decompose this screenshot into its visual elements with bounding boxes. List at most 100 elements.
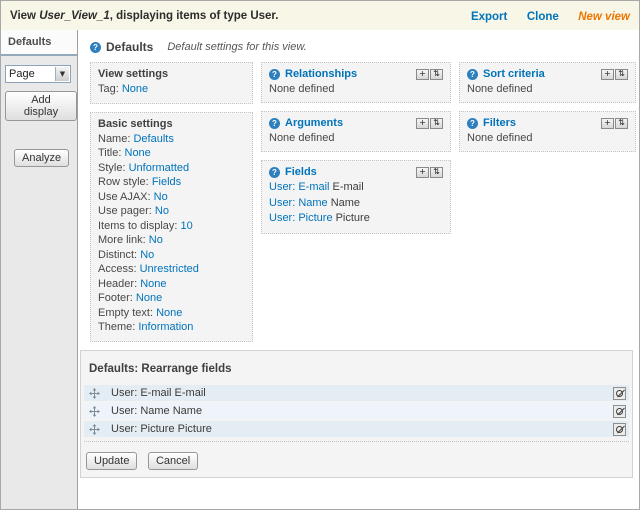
help-icon[interactable]: ? (90, 41, 101, 53)
display-type-select[interactable]: Page ▼ (5, 65, 71, 83)
filters-box: ? Filters + ⇅ None defined (459, 111, 636, 152)
setting-label: Name: (98, 132, 131, 145)
view-header-bar: View User_View_1, displaying items of ty… (1, 1, 639, 30)
setting-label: Theme: (98, 321, 136, 333)
field-link[interactable]: User: E-mail (269, 181, 330, 193)
setting-title: Title: None (98, 146, 245, 161)
setting-value-link[interactable]: None (156, 307, 182, 319)
views-ui-page: View User_View_1, displaying items of ty… (0, 0, 640, 510)
arguments-empty-text: None defined (269, 132, 335, 144)
help-icon[interactable]: ? (269, 166, 280, 178)
column-3: ? Sort criteria + ⇅ None defined ? Filte… (459, 62, 636, 350)
fields-link[interactable]: Fields (285, 166, 317, 178)
setting-label: Row style: (98, 176, 149, 188)
add-field-button[interactable]: + (416, 166, 429, 178)
tag-setting: Tag: None (98, 82, 245, 97)
display-heading: Defaults (106, 40, 154, 54)
sort-criteria-link[interactable]: Sort criteria (483, 68, 545, 80)
export-link[interactable]: Export (471, 11, 507, 23)
setting-value-link[interactable]: No (154, 191, 168, 203)
rearrange-row[interactable]: User: E-mail E-mail (84, 385, 629, 401)
rearrange-row[interactable]: User: Picture Picture (84, 421, 629, 437)
setting-value-link[interactable]: No (149, 234, 163, 246)
sort-criteria-buttons: + ⇅ (600, 68, 628, 80)
rearrange-arguments-button[interactable]: ⇅ (430, 117, 443, 129)
arguments-box: ? Arguments + ⇅ None defined (261, 111, 451, 152)
rearrange-row[interactable]: User: Name Name (84, 403, 629, 419)
rearrange-sorts-button[interactable]: ⇅ (615, 68, 628, 80)
setting-value-link[interactable]: Unformatted (129, 162, 190, 174)
rearrange-row-label: User: E-mail E-mail (111, 387, 206, 399)
remove-field-button[interactable] (613, 422, 626, 436)
rearrange-relationships-button[interactable]: ⇅ (430, 68, 443, 80)
setting-value-link[interactable]: Fields (152, 176, 181, 188)
filters-header: ? Filters + ⇅ (467, 117, 628, 129)
remove-icon (616, 407, 623, 415)
relationships-link[interactable]: Relationships (285, 68, 357, 80)
rearrange-fields-button[interactable]: ⇅ (430, 166, 443, 178)
relationships-box: ? Relationships + ⇅ None defined (261, 62, 451, 103)
setting-value-link[interactable]: No (155, 205, 169, 217)
help-icon[interactable]: ? (467, 68, 478, 80)
setting-use-pager: Use pager: No (98, 204, 245, 219)
clone-link[interactable]: Clone (527, 11, 559, 23)
add-relationship-button[interactable]: + (416, 68, 429, 80)
setting-label: Title: (98, 147, 122, 159)
setting-value-link[interactable]: Information (138, 321, 193, 333)
add-display-button[interactable]: Add display (5, 91, 77, 121)
add-sort-button[interactable]: + (601, 68, 614, 80)
remove-field-button[interactable] (613, 404, 626, 418)
setting-use-ajax: Use AJAX: No (98, 190, 245, 205)
field-link[interactable]: User: Picture (269, 212, 333, 224)
arguments-buttons: + ⇅ (415, 117, 443, 129)
update-button[interactable]: Update (86, 452, 138, 470)
drag-handle-icon[interactable] (89, 405, 100, 417)
filters-empty-text: None defined (467, 132, 533, 144)
setting-label: Distinct: (98, 248, 138, 261)
setting-value-link[interactable]: None (136, 292, 162, 304)
help-icon[interactable]: ? (467, 117, 478, 129)
setting-value-link[interactable]: 10 (181, 220, 193, 232)
filters-link[interactable]: Filters (483, 117, 516, 129)
tag-value-link[interactable]: None (122, 83, 148, 95)
field-label: Name (330, 196, 361, 209)
setting-label: Footer: (98, 292, 133, 304)
field-link[interactable]: User: Name (269, 197, 328, 209)
new-view-link[interactable]: New view (578, 11, 630, 23)
help-icon[interactable]: ? (269, 117, 280, 129)
setting-value-link[interactable]: Defaults (133, 133, 173, 145)
fields-box: ? Fields + ⇅ User: E-mail E-mail User: Na… (261, 160, 451, 234)
drag-handle-icon[interactable] (89, 423, 100, 435)
setting-style: Style: Unformatted (98, 161, 245, 176)
tab-defaults[interactable]: Defaults (1, 30, 77, 56)
add-filter-button[interactable]: + (601, 117, 614, 129)
relationships-buttons: + ⇅ (415, 68, 443, 80)
drag-handle-icon[interactable] (89, 387, 100, 399)
rearrange-filters-button[interactable]: ⇅ (615, 117, 628, 129)
setting-distinct: Distinct: No (98, 248, 245, 263)
fields-header: ? Fields + ⇅ (269, 166, 443, 178)
relationships-header: ? Relationships + ⇅ (269, 68, 443, 80)
setting-empty-text: Empty text: None (98, 306, 245, 321)
help-icon[interactable]: ? (269, 68, 280, 80)
setting-value-link[interactable]: No (140, 249, 154, 261)
tag-label: Tag: (98, 83, 119, 95)
field-item: User: Picture Picture (269, 211, 443, 227)
remove-field-button[interactable] (613, 386, 626, 400)
setting-value-link[interactable]: None (125, 147, 151, 159)
setting-label: Use pager: (98, 205, 152, 217)
view-title-prefix: View (10, 9, 36, 22)
analyze-button[interactable]: Analyze (14, 149, 70, 167)
basic-settings-box: Basic settings Name: Defaults Title: Non… (90, 111, 253, 342)
arguments-link[interactable]: Arguments (285, 117, 343, 129)
cancel-button[interactable]: Cancel (147, 452, 199, 470)
field-item: User: E-mail E-mail (269, 180, 443, 196)
setting-more-link: More link: No (98, 233, 245, 248)
view-title: View User_View_1, displaying items of ty… (10, 10, 278, 22)
field-label: Picture (335, 212, 370, 224)
rearrange-fields-panel: Defaults: Rearrange fields User: E-mail … (80, 350, 633, 478)
add-argument-button[interactable]: + (416, 117, 429, 129)
rearrange-title: Defaults: Rearrange fields (89, 363, 232, 375)
setting-value-link[interactable]: Unrestricted (140, 263, 199, 275)
setting-value-link[interactable]: None (140, 278, 166, 290)
